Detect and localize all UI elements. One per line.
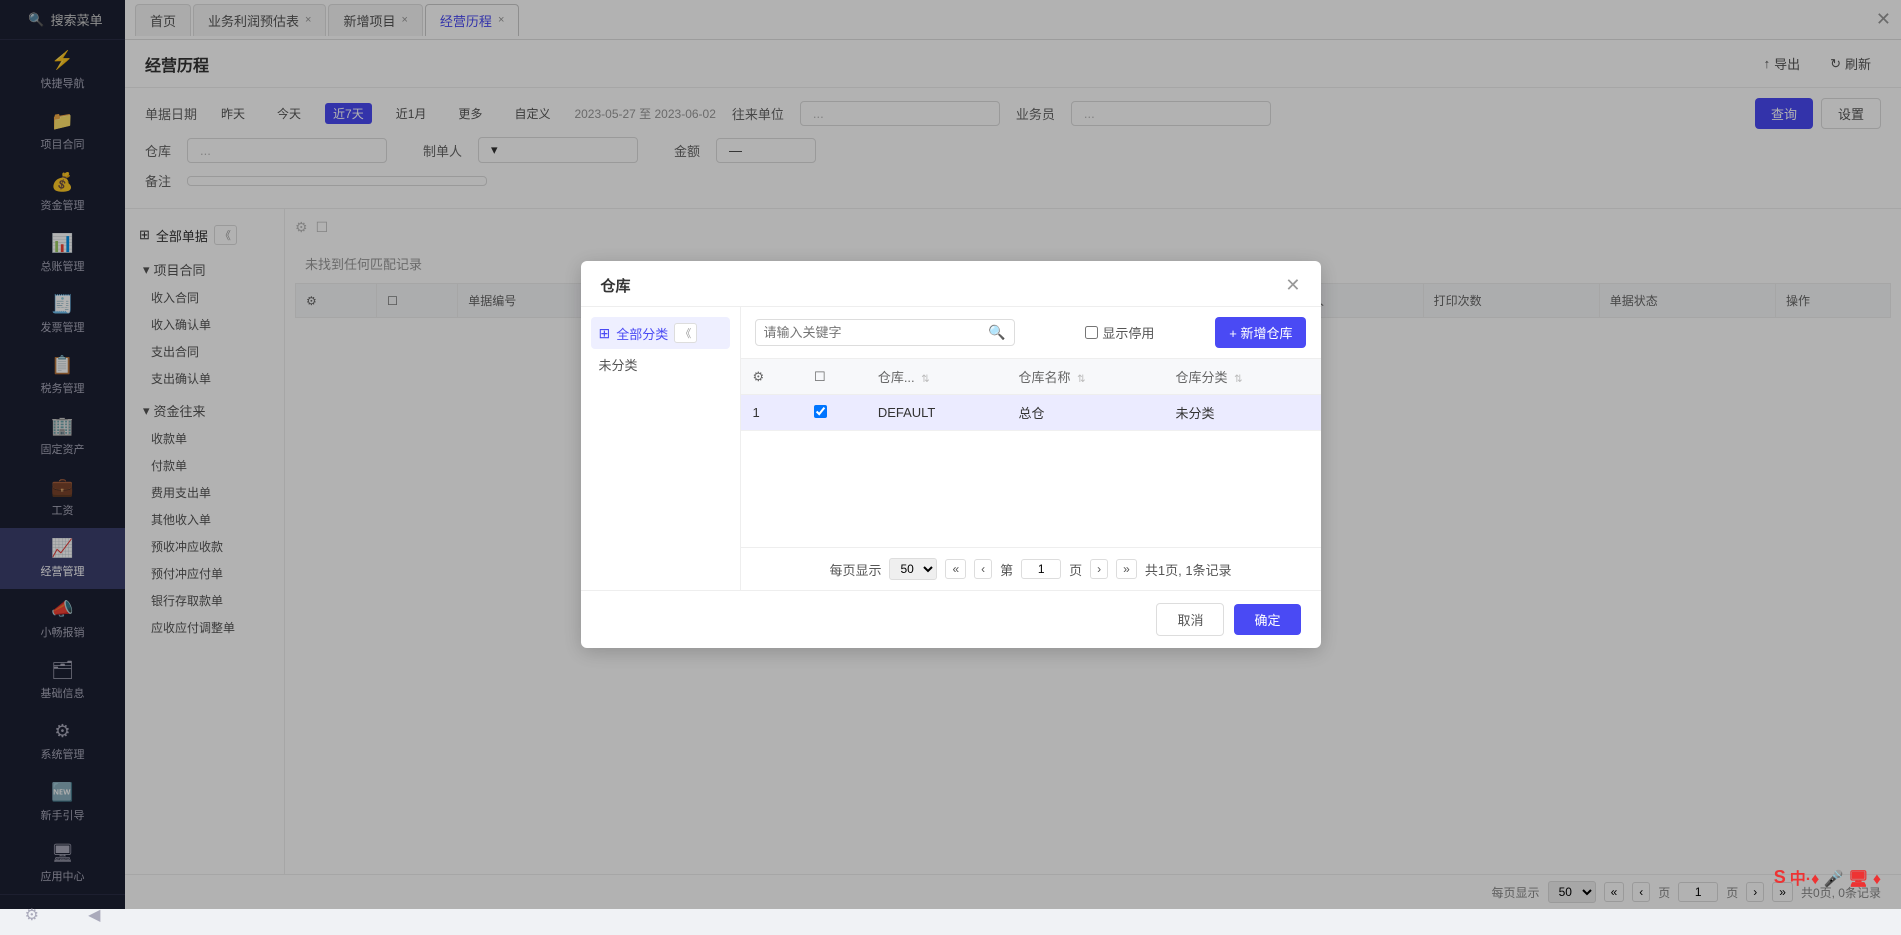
modal-table-header-row: ⚙ ☐ 仓库... ⇅ 仓库名称 ⇅ 仓库分类 ⇅ bbox=[741, 359, 1321, 395]
modal-first-page-btn[interactable]: « bbox=[945, 559, 966, 579]
modal-page-input[interactable] bbox=[1021, 559, 1061, 579]
modal-col-code: 仓库... ⇅ bbox=[866, 359, 1007, 395]
row-code: DEFAULT bbox=[866, 395, 1007, 431]
show-disabled-checkbox[interactable]: 显示停用 bbox=[1085, 323, 1154, 342]
modal-page-label-pre: 第 bbox=[1000, 560, 1013, 579]
modal-prev-page-btn[interactable]: ‹ bbox=[974, 559, 992, 579]
modal-col-category: 仓库分类 ⇅ bbox=[1163, 359, 1320, 395]
add-warehouse-button[interactable]: + 新增仓库 bbox=[1215, 317, 1306, 348]
show-disabled-label: 显示停用 bbox=[1102, 323, 1154, 342]
modal-col-settings: ⚙ bbox=[741, 359, 803, 395]
modal-header: 仓库 ✕ bbox=[581, 261, 1321, 307]
cancel-button[interactable]: 取消 bbox=[1156, 603, 1224, 636]
modal-table-wrap: ⚙ ☐ 仓库... ⇅ 仓库名称 ⇅ 仓库分类 ⇅ 1 DEF bbox=[741, 359, 1321, 547]
modal-table: ⚙ ☐ 仓库... ⇅ 仓库名称 ⇅ 仓库分类 ⇅ 1 DEF bbox=[741, 359, 1321, 431]
row-settings: 1 bbox=[741, 395, 803, 431]
modal-title: 仓库 bbox=[601, 275, 631, 296]
modal-last-page-btn[interactable]: » bbox=[1116, 559, 1137, 579]
modal-body: ⊞ 全部分类 《 未分类 🔍 bbox=[581, 307, 1321, 590]
disabled-checkbox-input[interactable] bbox=[1085, 326, 1098, 339]
row-checkbox[interactable] bbox=[802, 395, 866, 431]
modal-search-input[interactable] bbox=[764, 325, 983, 340]
modal-next-page-btn[interactable]: › bbox=[1090, 559, 1108, 579]
row-category: 未分类 bbox=[1163, 395, 1320, 431]
confirm-button[interactable]: 确定 bbox=[1234, 604, 1300, 635]
row-name: 总仓 bbox=[1007, 395, 1164, 431]
search-icon: 🔍 bbox=[988, 324, 1005, 341]
tree-grid-icon: ⊞ bbox=[599, 325, 611, 342]
modal-total-info: 共1页, 1条记录 bbox=[1145, 560, 1232, 579]
watermark: S 中·♦ 🎤 🖥 ♦ bbox=[1774, 865, 1881, 889]
modal-per-page-select[interactable]: 50 bbox=[889, 558, 937, 580]
modal-col-name: 仓库名称 ⇅ bbox=[1007, 359, 1164, 395]
modal-pagination: 每页显示 50 « ‹ 第 页 › » 共1页, 1条记录 bbox=[741, 547, 1321, 590]
modal-tree: ⊞ 全部分类 《 未分类 bbox=[581, 307, 741, 590]
modal-per-page-label: 每页显示 bbox=[829, 560, 881, 579]
tree-collapse-button[interactable]: 《 bbox=[674, 323, 697, 343]
warehouse-row-1[interactable]: 1 DEFAULT 总仓 未分类 bbox=[741, 395, 1321, 431]
modal-toolbar: 🔍 显示停用 + 新增仓库 bbox=[741, 307, 1321, 359]
modal-footer: 取消 确定 bbox=[581, 590, 1321, 648]
modal-page-label: 页 bbox=[1069, 560, 1082, 579]
modal-close-button[interactable]: ✕ bbox=[1285, 275, 1300, 296]
uncategorized-label: 未分类 bbox=[599, 355, 638, 374]
tree-scroll[interactable] bbox=[591, 380, 730, 580]
tree-item-uncategorized[interactable]: 未分类 bbox=[591, 349, 730, 380]
modal-search-box[interactable]: 🔍 bbox=[755, 319, 1015, 346]
tree-all-label: 全部分类 bbox=[616, 324, 668, 343]
modal-overlay[interactable]: 仓库 ✕ ⊞ 全部分类 《 未分类 bbox=[0, 0, 1901, 909]
modal-right-content: 🔍 显示停用 + 新增仓库 ⚙ ☐ bbox=[741, 307, 1321, 590]
warehouse-modal: 仓库 ✕ ⊞ 全部分类 《 未分类 bbox=[581, 261, 1321, 648]
tree-item-all[interactable]: ⊞ 全部分类 《 bbox=[591, 317, 730, 349]
modal-col-checkbox: ☐ bbox=[802, 359, 866, 395]
